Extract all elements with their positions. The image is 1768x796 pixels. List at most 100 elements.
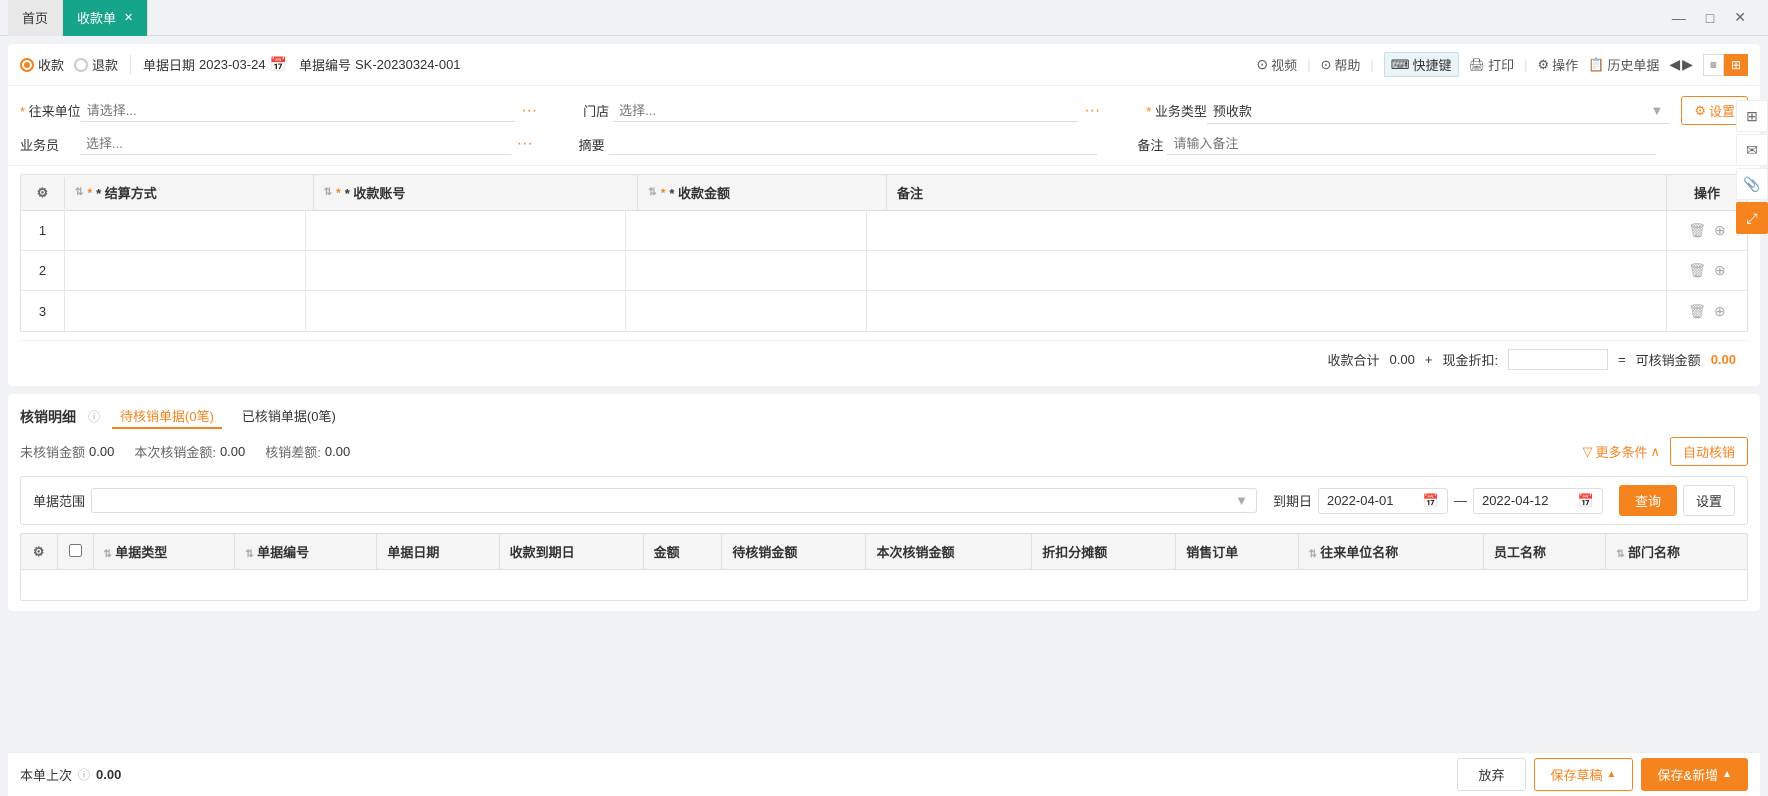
th-pending: 待核销金额 — [722, 534, 866, 570]
date-separator: — — [1454, 493, 1467, 508]
th-due-date: 收款到期日 — [499, 534, 643, 570]
th-doc-type: ⇅ 单据类型 — [93, 534, 235, 570]
date-to[interactable]: 2022-04-12 📅 — [1473, 488, 1603, 514]
counterpart-label: * 往来单位 — [20, 101, 81, 120]
summary-label: 摘要 — [579, 135, 609, 154]
current-label: 本次核销金额: — [134, 442, 216, 461]
filter-settings-btn[interactable]: 设置 — [1683, 485, 1735, 516]
th-counterpart-name: ⇅ 往来单位名称 — [1298, 534, 1483, 570]
th-doc-no: ⇅ 单据编号 — [235, 534, 377, 570]
save-new-arrow-icon: ▲ — [1722, 769, 1732, 780]
date-picker-icon[interactable]: 📅 — [270, 56, 287, 73]
verify-info-icon: ⓘ — [88, 408, 100, 425]
query-btn[interactable]: 查询 — [1619, 485, 1677, 516]
abandon-btn[interactable]: 放弃 — [1457, 758, 1525, 791]
verifiable-label: 可核销金额 — [1636, 350, 1701, 369]
nav-right-icon[interactable]: ▶ — [1682, 56, 1693, 73]
th-discount: 折扣分摊额 — [1032, 534, 1176, 570]
th-dept-name: ⇅ 部门名称 — [1606, 534, 1747, 570]
minimize-btn[interactable]: — — [1666, 8, 1692, 28]
close-btn[interactable]: ✕ — [1728, 7, 1752, 28]
th-staff-name: 员工名称 — [1484, 534, 1606, 570]
staff-input[interactable] — [80, 133, 511, 155]
radio-receipt[interactable]: 收款 — [20, 55, 64, 74]
date-from[interactable]: 2022-04-01 📅 — [1318, 488, 1448, 514]
bill-no-label: 单据编号 — [299, 55, 351, 74]
store-more-icon[interactable]: ··· — [1078, 102, 1106, 120]
row2-delete-icon[interactable]: 🗑 — [1688, 262, 1706, 279]
date-to-icon: 📅 — [1578, 493, 1594, 509]
save-new-btn[interactable]: 保存&新增 ▲ — [1641, 758, 1748, 791]
tab-home[interactable]: 首页 — [8, 0, 63, 36]
range-label: 单据范围 — [33, 491, 85, 510]
sidebar-expand-icon[interactable]: ⤢ — [1736, 202, 1768, 234]
current-value: 0.00 — [220, 444, 245, 459]
discount-label: 现金折扣: — [1442, 350, 1498, 369]
bottom-label: 本单上次 — [20, 765, 72, 784]
discount-input[interactable] — [1508, 349, 1608, 370]
row2-copy-icon[interactable]: ⊕ — [1714, 262, 1726, 279]
unchecked-label: 未核销金额 — [20, 442, 85, 461]
grid-view-icon[interactable]: ⊞ — [1724, 54, 1748, 76]
sidebar-attach-icon[interactable]: 📎 — [1736, 168, 1768, 200]
more-conditions-btn[interactable]: ▽ 更多条件 ∧ — [1582, 442, 1660, 461]
tab-done[interactable]: 已核销单据(0笔) — [234, 404, 344, 429]
table-row: 1 🗑 ⊕ — [21, 211, 1747, 251]
sum-label: 收款合计 — [1328, 350, 1380, 369]
sidebar-table-icon[interactable]: ⊞ — [1736, 100, 1768, 132]
tab-receipt[interactable]: 收款单 ✕ — [63, 0, 148, 36]
th-current-verify: 本次核销金额 — [866, 534, 1032, 570]
save-draft-arrow-icon: ▲ — [1607, 769, 1617, 780]
tab-pending[interactable]: 待核销单据(0笔) — [112, 404, 222, 429]
store-label: 门店 — [583, 101, 613, 120]
diff-label: 核销差额: — [265, 442, 321, 461]
bottom-value: 0.00 — [96, 767, 121, 782]
history-btn[interactable]: 📋 历史单据 — [1588, 55, 1659, 74]
th-settings[interactable]: ⚙ — [21, 177, 65, 209]
th-action: 操作 — [1667, 175, 1747, 210]
print-btn[interactable]: 🖨 打印 — [1469, 55, 1515, 74]
biz-type-dropdown-icon[interactable]: ▼ — [1650, 103, 1663, 118]
radio-refund[interactable]: 退款 — [74, 55, 118, 74]
auto-verify-btn[interactable]: 自动核销 — [1670, 437, 1748, 466]
help-btn[interactable]: ⊙ 帮助 — [1320, 55, 1360, 74]
nav-left-icon[interactable]: ◀ — [1669, 56, 1680, 73]
date-value: 2023-03-24 — [199, 57, 266, 72]
store-input[interactable] — [613, 100, 1078, 122]
row1-copy-icon[interactable]: ⊕ — [1714, 222, 1726, 239]
staff-label: 业务员 — [20, 135, 80, 154]
sidebar-mail-icon[interactable]: ✉ — [1736, 134, 1768, 166]
maximize-btn[interactable]: □ — [1700, 8, 1720, 28]
th-settings-icon[interactable]: ⚙ — [33, 544, 45, 559]
remark-input[interactable] — [1167, 133, 1656, 155]
range-select[interactable]: ▼ — [91, 488, 1257, 513]
th-doc-date: 单据日期 — [377, 534, 499, 570]
video-btn[interactable]: ⊙ 视频 — [1256, 55, 1297, 74]
tab-close-icon[interactable]: ✕ — [124, 11, 133, 24]
counterpart-input[interactable] — [81, 100, 515, 122]
range-dropdown-icon: ▼ — [1235, 493, 1248, 508]
date-label: 单据日期 — [143, 55, 195, 74]
verifiable-value: 0.00 — [1711, 352, 1736, 367]
staff-more-icon[interactable]: ··· — [511, 135, 539, 153]
sum-plus: + — [1425, 352, 1433, 367]
diff-value: 0.00 — [325, 444, 350, 459]
save-draft-btn[interactable]: 保存草稿 ▲ — [1534, 758, 1634, 791]
operate-btn[interactable]: ⚙ 操作 — [1537, 55, 1578, 74]
bottom-info-icon: ⓘ — [78, 766, 90, 783]
th-amount: 金额 — [643, 534, 722, 570]
list-view-icon[interactable]: ≡ — [1703, 54, 1724, 76]
row3-copy-icon[interactable]: ⊕ — [1714, 303, 1726, 320]
th-payment-method: ⇅ * * 结算方式 — [65, 175, 314, 210]
remark-label: 备注 — [1137, 135, 1167, 154]
select-all-checkbox[interactable] — [69, 544, 82, 557]
row1-delete-icon[interactable]: 🗑 — [1688, 222, 1706, 239]
row3-delete-icon[interactable]: 🗑 — [1688, 303, 1706, 320]
bill-no-value: SK-20230324-001 — [355, 57, 461, 72]
summary-input[interactable] — [609, 133, 1098, 155]
shortcut-btn[interactable]: ⌨ 快捷键 — [1384, 52, 1459, 77]
table-row: 3 🗑 ⊕ — [21, 291, 1747, 331]
unchecked-value: 0.00 — [89, 444, 114, 459]
counterpart-more-icon[interactable]: ··· — [515, 102, 543, 120]
date-filter-label: 到期日 — [1273, 491, 1312, 510]
